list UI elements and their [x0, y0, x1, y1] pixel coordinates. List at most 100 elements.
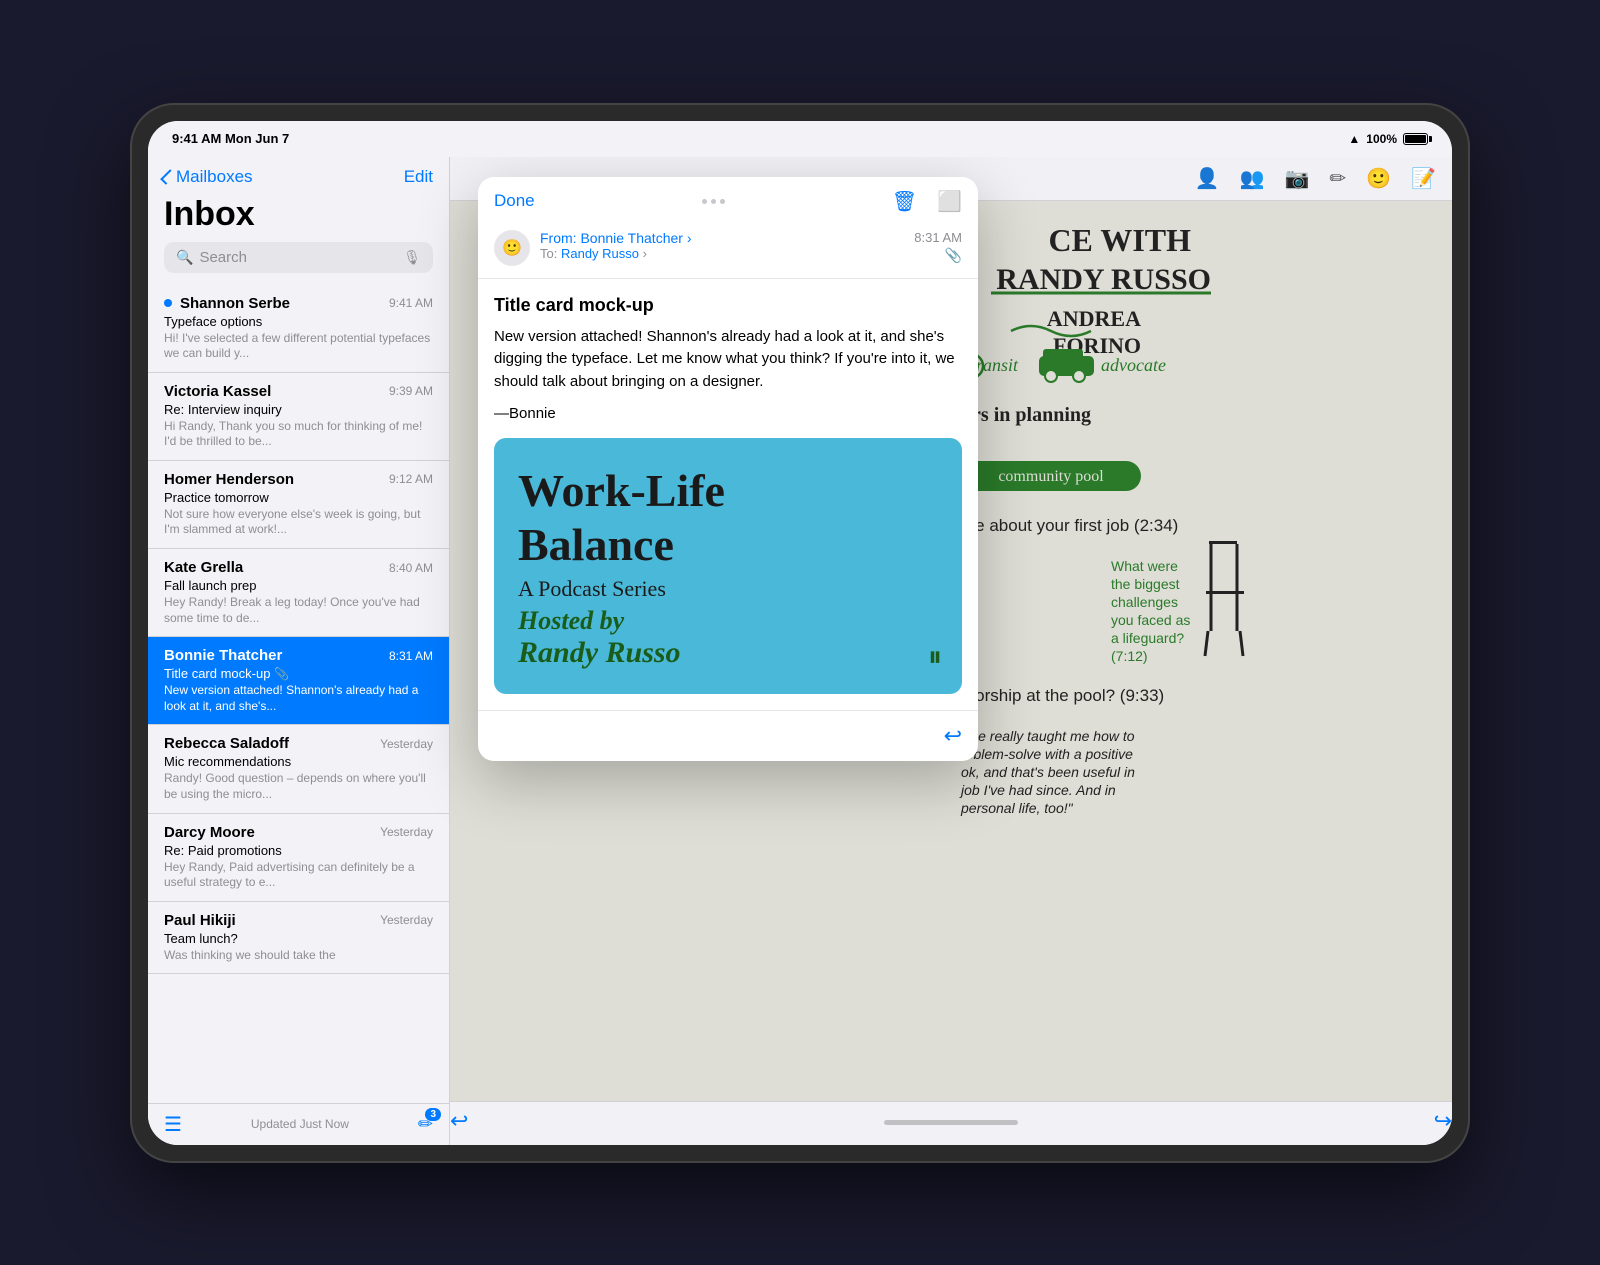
inbox-title: Inbox: [148, 195, 449, 242]
filter-icon[interactable]: ☰: [164, 1112, 182, 1137]
mail-item[interactable]: Shannon Serbe 9:41 AM Typeface options H…: [148, 285, 449, 373]
svg-text:you faced as: you faced as: [1111, 612, 1190, 628]
svg-text:(7:12): (7:12): [1111, 648, 1148, 664]
email-preview: New version attached! Shannon's already …: [164, 683, 433, 714]
email-body-text: New version attached! Shannon's already …: [494, 326, 962, 394]
podcast-host-name: Randy Russo: [518, 636, 938, 670]
new-note-icon[interactable]: 📝: [1411, 166, 1436, 191]
emoji-icon[interactable]: 🙂: [1366, 166, 1391, 191]
email-preview: Not sure how everyone else's week is goi…: [164, 507, 433, 538]
svg-text:challenges: challenges: [1111, 594, 1178, 610]
podcast-play-button[interactable]: ⏸: [928, 641, 942, 674]
chevron-left-icon: [160, 169, 176, 185]
status-time: 9:41 AM Mon Jun 7: [172, 131, 289, 146]
email-subject: Mic recommendations: [164, 754, 433, 769]
svg-text:a lifeguard?: a lifeguard?: [1111, 630, 1184, 646]
sender-name: Darcy Moore: [164, 824, 255, 841]
svg-text:CE WITH: CE WITH: [1048, 222, 1191, 258]
mailboxes-label: Mailboxes: [176, 167, 253, 187]
mail-item[interactable]: Darcy Moore Yesterday Re: Paid promotion…: [148, 814, 449, 902]
sender-name: Victoria Kassel: [164, 383, 271, 400]
status-right: ▲ 100%: [1348, 132, 1428, 146]
svg-text:roblem-solve with a positive: roblem-solve with a positive: [961, 746, 1133, 762]
edit-button[interactable]: Edit: [404, 167, 433, 187]
mail-item[interactable]: Kate Grella 8:40 AM Fall launch prep Hey…: [148, 549, 449, 637]
trash-button[interactable]: 🗑: [892, 189, 917, 214]
redo-icon[interactable]: ↪: [1434, 1108, 1452, 1134]
from-row: 🙂 From: Bonnie Thatcher › To: Randy Russ…: [494, 230, 962, 266]
svg-text:ntorship at the pool? (9:33): ntorship at the pool? (9:33): [961, 686, 1164, 705]
compose-button[interactable]: ✏ 3: [418, 1114, 433, 1135]
sender-avatar: 🙂: [494, 230, 530, 266]
footer-status: Updated Just Now: [251, 1117, 349, 1131]
from-sender[interactable]: Bonnie Thatcher: [580, 230, 682, 246]
email-preview: Hey Randy! Break a leg today! Once you'v…: [164, 595, 433, 626]
email-header-right: 8:31 AM 📎: [914, 230, 962, 264]
ipad-screen: 9:41 AM Mon Jun 7 ▲ 100% Mailboxes Edit: [148, 121, 1452, 1145]
wifi-icon: ▲: [1348, 132, 1360, 146]
done-button[interactable]: Done: [494, 191, 535, 211]
search-bar[interactable]: 🔍 Search 🎙: [164, 242, 433, 273]
email-body: Title card mock-up New version attached!…: [478, 279, 978, 711]
to-name: To: Randy Russo ›: [540, 246, 904, 261]
email-subject: Fall launch prep: [164, 578, 433, 593]
unread-dot: [164, 299, 172, 307]
svg-text:advocate: advocate: [1101, 355, 1166, 375]
folder-button[interactable]: ⬜: [937, 189, 962, 214]
from-name: From: Bonnie Thatcher ›: [540, 230, 904, 246]
home-indicator: [884, 1120, 1018, 1125]
sender-name: Shannon Serbe: [180, 295, 290, 312]
email-preview: Was thinking we should take the: [164, 948, 433, 964]
modal-footer: ↩: [478, 710, 978, 761]
mail-item[interactable]: Homer Henderson 9:12 AM Practice tomorro…: [148, 461, 449, 549]
email-preview: Hey Randy, Paid advertising can definite…: [164, 860, 433, 891]
podcast-hosted-by: Hosted by: [518, 606, 938, 636]
modal-toolbar: Done 🗑 ⬜: [478, 177, 978, 222]
from-label: From:: [540, 230, 580, 246]
email-time: Yesterday: [380, 825, 433, 839]
undo-icon[interactable]: ↩: [450, 1108, 468, 1134]
mail-nav: Mailboxes Edit: [148, 157, 449, 195]
compose-badge: 3: [425, 1108, 441, 1121]
to-recipient[interactable]: Randy Russo: [561, 246, 639, 261]
pencil-icon[interactable]: ✏: [1329, 166, 1346, 191]
email-subject: Re: Paid promotions: [164, 843, 433, 858]
from-chevron: ›: [687, 230, 692, 246]
email-time: 9:41 AM: [389, 296, 433, 310]
svg-text:personal life, too!": personal life, too!": [960, 800, 1074, 816]
mic-icon: 🎙: [403, 249, 421, 266]
podcast-title-line1: Work-Life: [518, 468, 938, 514]
attachment-icon: 📎: [914, 247, 962, 264]
svg-text:community pool: community pool: [998, 468, 1104, 485]
svg-text:ok, and that's been useful in: ok, and that's been useful in: [961, 764, 1135, 780]
people-icon[interactable]: 👥: [1240, 166, 1265, 191]
camera-icon[interactable]: 📷: [1285, 166, 1310, 191]
email-subject: Typeface options: [164, 314, 433, 329]
email-time: 9:39 AM: [389, 384, 433, 398]
mail-item[interactable]: Rebecca Saladoff Yesterday Mic recommend…: [148, 725, 449, 813]
svg-text:ANDREA: ANDREA: [1047, 306, 1141, 331]
status-bar: 9:41 AM Mon Jun 7 ▲ 100%: [148, 121, 1452, 157]
mail-item-active[interactable]: Bonnie Thatcher 8:31 AM Title card mock-…: [148, 637, 449, 725]
sender-name: Homer Henderson: [164, 471, 294, 488]
modal-drag-handle: [702, 199, 725, 204]
email-subject-heading: Title card mock-up: [494, 295, 962, 316]
email-time: Yesterday: [380, 913, 433, 927]
reply-button[interactable]: ↩: [944, 723, 962, 749]
mailboxes-back-button[interactable]: Mailboxes: [164, 167, 253, 187]
email-time: 8:40 AM: [389, 561, 433, 575]
search-placeholder: Search: [199, 249, 397, 266]
mail-item[interactable]: Paul Hikiji Yesterday Team lunch? Was th…: [148, 902, 449, 975]
from-details: From: Bonnie Thatcher › To: Randy Russo …: [540, 230, 904, 261]
person-icon[interactable]: 👤: [1195, 166, 1220, 191]
mail-item[interactable]: Victoria Kassel 9:39 AM Re: Interview in…: [148, 373, 449, 461]
svg-text:What were: What were: [1111, 558, 1178, 574]
sender-name: Bonnie Thatcher: [164, 647, 282, 664]
email-send-time: 8:31 AM: [914, 230, 962, 245]
email-preview: Randy! Good question – depends on where …: [164, 771, 433, 802]
email-modal: Done 🗑 ⬜ 🙂: [478, 177, 978, 762]
email-header: 🙂 From: Bonnie Thatcher › To: Randy Russ…: [478, 222, 978, 279]
email-subject: Practice tomorrow: [164, 490, 433, 505]
bottom-bar: ↩ ↪: [450, 1101, 1452, 1145]
svg-text:the biggest: the biggest: [1111, 576, 1180, 592]
